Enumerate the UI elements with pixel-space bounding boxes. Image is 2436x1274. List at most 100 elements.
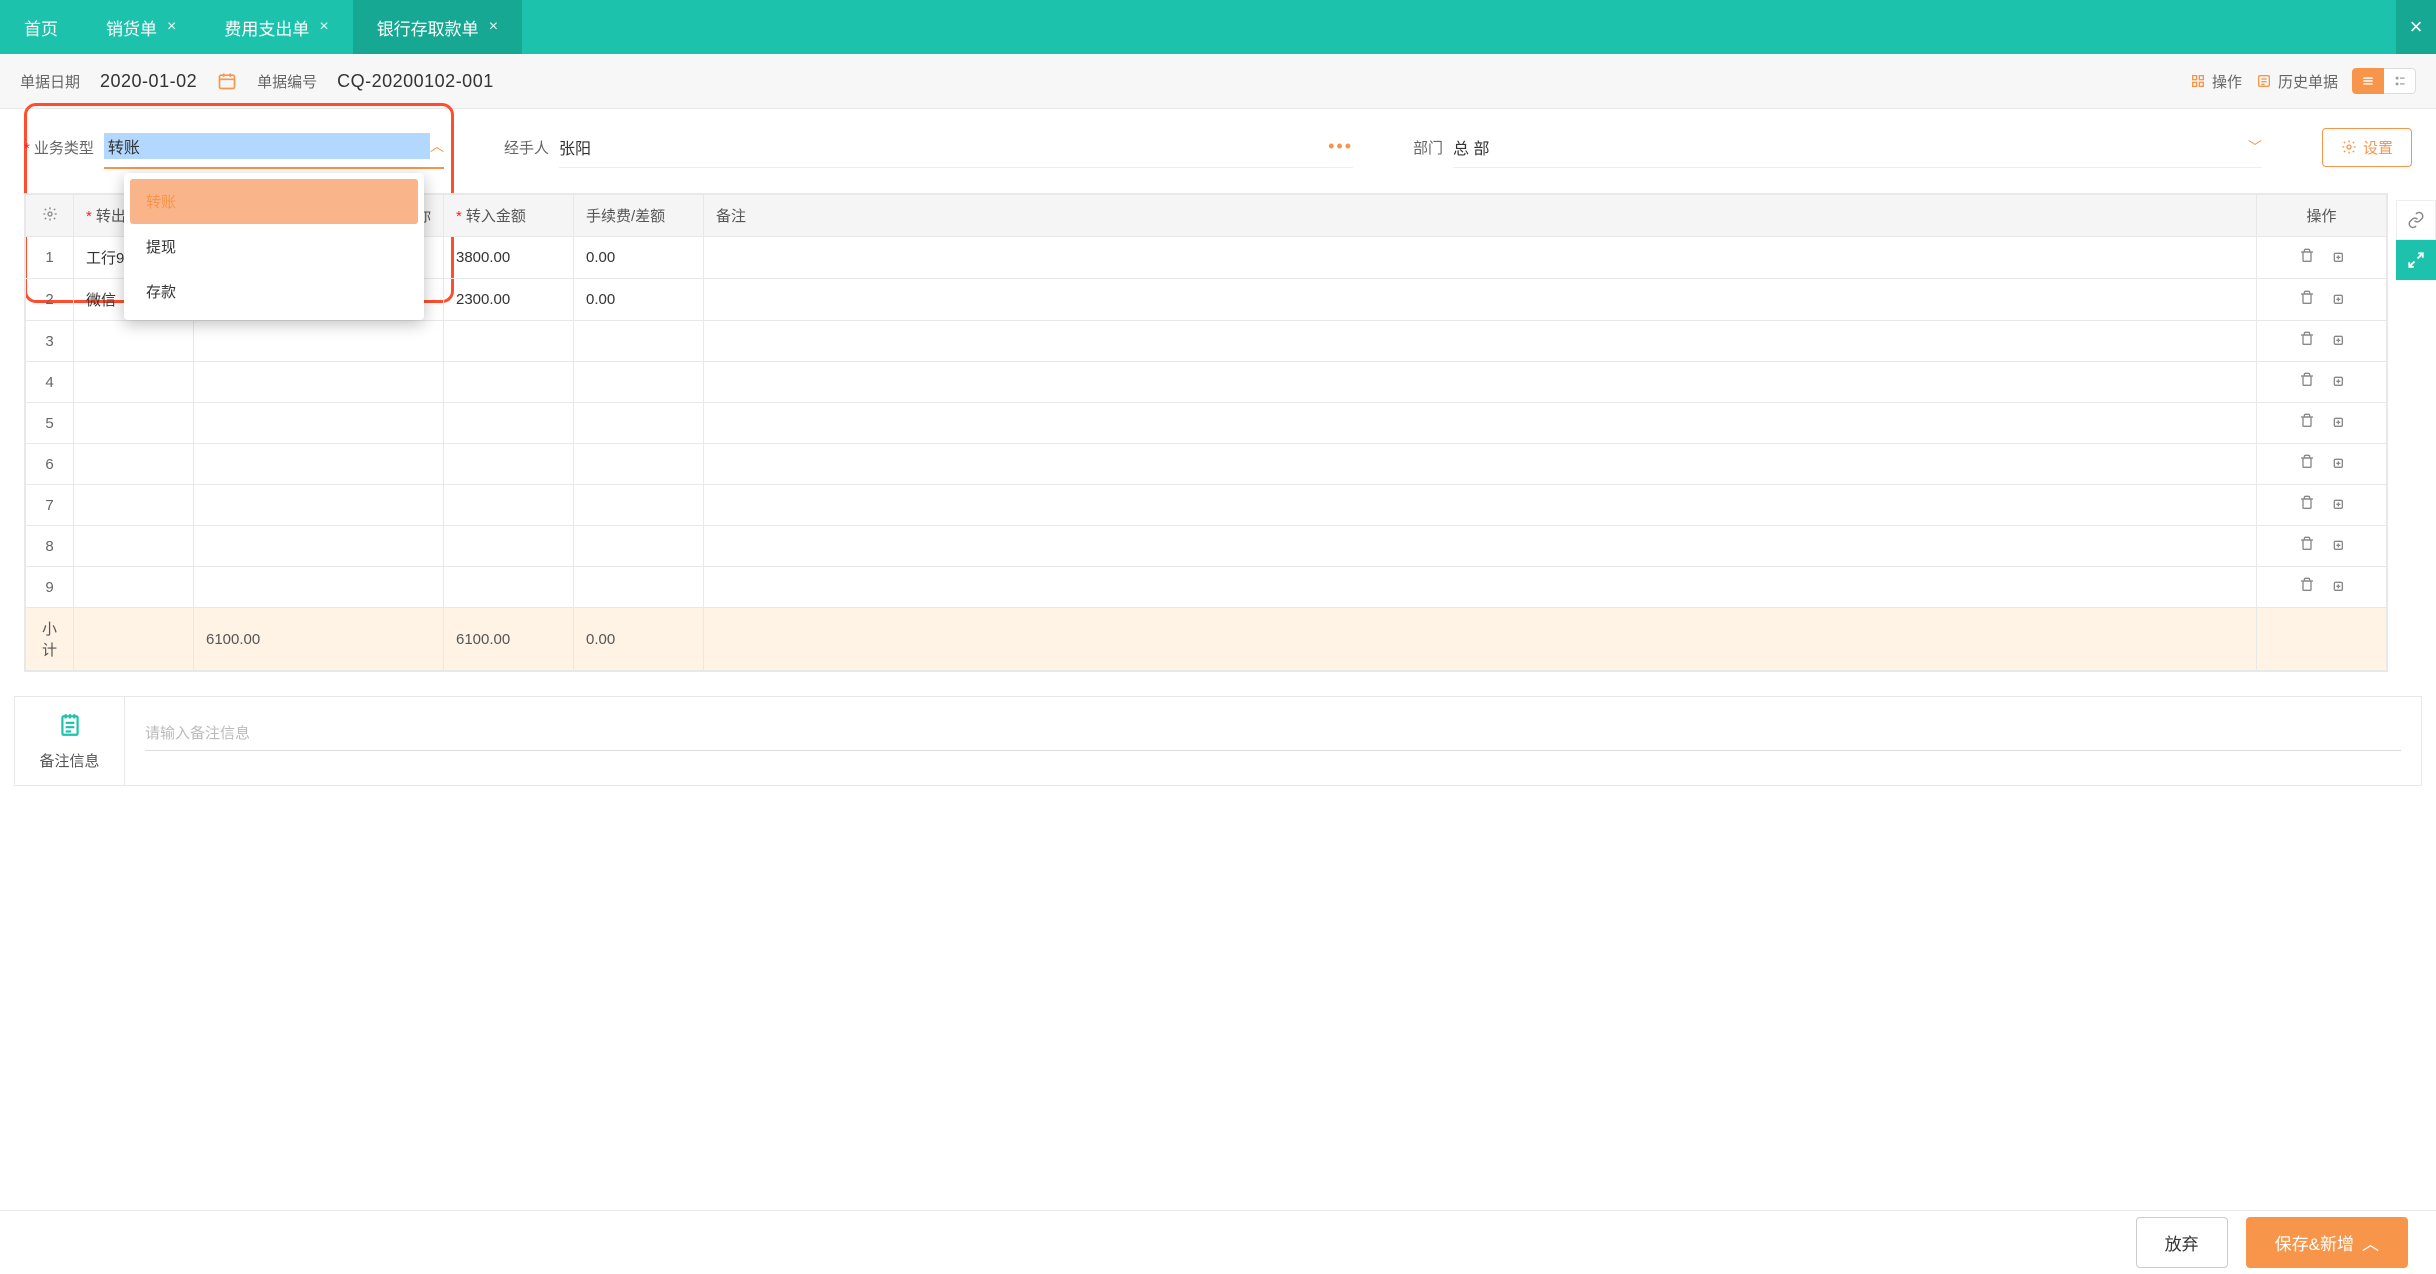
remark-input[interactable] xyxy=(145,717,2401,751)
ops-link[interactable]: 操作 xyxy=(2190,71,2242,92)
cell-fee[interactable] xyxy=(574,403,704,444)
table-row[interactable]: 4 xyxy=(26,362,2387,403)
cell-in-acct[interactable] xyxy=(194,444,444,485)
tab-home[interactable]: 首页 xyxy=(0,0,82,54)
cell-in-amt[interactable] xyxy=(444,362,574,403)
cell-in-amt[interactable] xyxy=(444,485,574,526)
tab-expense[interactable]: 费用支出单× xyxy=(200,0,352,54)
cell-out-acct[interactable] xyxy=(74,403,194,444)
dropdown-item-deposit[interactable]: 存款 xyxy=(130,269,418,314)
tab-sales[interactable]: 销货单× xyxy=(82,0,200,54)
gear-header[interactable] xyxy=(26,195,74,237)
cell-fee[interactable]: 0.00 xyxy=(574,279,704,321)
chevron-up-icon: ︿ xyxy=(2362,1230,2379,1255)
close-all-icon[interactable]: × xyxy=(2396,0,2436,54)
table-row[interactable]: 9 xyxy=(26,567,2387,608)
cell-remark[interactable] xyxy=(704,485,2257,526)
copy-icon[interactable] xyxy=(2328,372,2346,390)
cell-in-acct[interactable] xyxy=(194,526,444,567)
cell-fee[interactable] xyxy=(574,321,704,362)
close-icon[interactable]: × xyxy=(319,18,328,36)
cell-out-acct[interactable] xyxy=(74,485,194,526)
cell-in-amt[interactable] xyxy=(444,403,574,444)
handler-input[interactable]: 张阳 ••• xyxy=(559,127,1353,168)
history-link[interactable]: 历史单据 xyxy=(2256,71,2338,92)
biz-type-input[interactable]: 转账 ︿ xyxy=(104,125,444,169)
cell-fee[interactable] xyxy=(574,526,704,567)
cell-remark[interactable] xyxy=(704,321,2257,362)
cell-out-acct[interactable] xyxy=(74,444,194,485)
table-row[interactable]: 8 xyxy=(26,526,2387,567)
cell-remark[interactable] xyxy=(704,237,2257,279)
copy-icon[interactable] xyxy=(2328,495,2346,513)
cell-out-acct[interactable] xyxy=(74,567,194,608)
col-fee: 手续费/差额 xyxy=(574,195,704,237)
cell-fee[interactable] xyxy=(574,444,704,485)
save-add-button[interactable]: 保存&新增︿ xyxy=(2246,1217,2408,1268)
delete-icon[interactable] xyxy=(2298,413,2316,431)
copy-icon[interactable] xyxy=(2328,454,2346,472)
cell-in-acct[interactable] xyxy=(194,485,444,526)
copy-icon[interactable] xyxy=(2328,331,2346,349)
cell-out-acct[interactable] xyxy=(74,321,194,362)
layout-grid-button[interactable] xyxy=(2384,68,2416,94)
delete-icon[interactable] xyxy=(2298,331,2316,349)
cell-in-amt[interactable] xyxy=(444,567,574,608)
delete-icon[interactable] xyxy=(2298,248,2316,266)
layout-list-button[interactable] xyxy=(2352,68,2384,94)
cell-in-amt[interactable] xyxy=(444,321,574,362)
delete-icon[interactable] xyxy=(2298,454,2316,472)
cell-fee[interactable] xyxy=(574,485,704,526)
copy-icon[interactable] xyxy=(2328,248,2346,266)
row-num: 5 xyxy=(26,403,74,444)
more-icon[interactable]: ••• xyxy=(1328,136,1353,157)
delete-icon[interactable] xyxy=(2298,577,2316,595)
dropdown-item-transfer[interactable]: 转账 xyxy=(130,179,418,224)
info-bar: 单据日期 2020-01-02 单据编号 CQ-20200102-001 操作 … xyxy=(0,54,2436,109)
discard-button[interactable]: 放弃 xyxy=(2136,1217,2228,1268)
cell-remark[interactable] xyxy=(704,526,2257,567)
cell-remark[interactable] xyxy=(704,279,2257,321)
cell-fee[interactable] xyxy=(574,567,704,608)
cell-in-acct[interactable] xyxy=(194,403,444,444)
table-row[interactable]: 5 xyxy=(26,403,2387,444)
cell-out-acct[interactable] xyxy=(74,526,194,567)
dept-input[interactable]: 总 部 ﹀ xyxy=(1453,127,2262,168)
delete-icon[interactable] xyxy=(2298,372,2316,390)
tab-bank-transfer[interactable]: 银行存取款单× xyxy=(353,0,522,54)
cell-in-amt[interactable]: 2300.00 xyxy=(444,279,574,321)
cell-in-acct[interactable] xyxy=(194,321,444,362)
cell-remark[interactable] xyxy=(704,567,2257,608)
expand-tool-icon[interactable] xyxy=(2396,240,2436,280)
cell-in-acct[interactable] xyxy=(194,362,444,403)
delete-icon[interactable] xyxy=(2298,495,2316,513)
table-row[interactable]: 6 xyxy=(26,444,2387,485)
close-icon[interactable]: × xyxy=(167,18,176,36)
link-tool-icon[interactable] xyxy=(2396,200,2436,240)
copy-icon[interactable] xyxy=(2328,290,2346,308)
cell-in-amt[interactable]: 3800.00 xyxy=(444,237,574,279)
copy-icon[interactable] xyxy=(2328,577,2346,595)
delete-icon[interactable] xyxy=(2298,536,2316,554)
copy-icon[interactable] xyxy=(2328,536,2346,554)
cell-remark[interactable] xyxy=(704,444,2257,485)
settings-button[interactable]: 设置 xyxy=(2322,128,2412,167)
cell-remark[interactable] xyxy=(704,403,2257,444)
form-row: *业务类型 转账 ︿ 转账 提现 存款 经手人 张阳 ••• 部门 总 部 ﹀ xyxy=(24,125,2412,169)
cell-fee[interactable] xyxy=(574,362,704,403)
table-row[interactable]: 7 xyxy=(26,485,2387,526)
dept-value: 总 部 xyxy=(1453,135,2248,159)
delete-icon[interactable] xyxy=(2298,290,2316,308)
cell-fee[interactable]: 0.00 xyxy=(574,237,704,279)
cell-in-amt[interactable] xyxy=(444,526,574,567)
date-value[interactable]: 2020-01-02 xyxy=(100,71,197,92)
cell-out-acct[interactable] xyxy=(74,362,194,403)
cell-in-acct[interactable] xyxy=(194,567,444,608)
table-row[interactable]: 3 xyxy=(26,321,2387,362)
close-icon[interactable]: × xyxy=(489,18,498,36)
calendar-icon[interactable] xyxy=(217,71,237,91)
cell-in-amt[interactable] xyxy=(444,444,574,485)
dropdown-item-withdraw[interactable]: 提现 xyxy=(130,224,418,269)
cell-remark[interactable] xyxy=(704,362,2257,403)
copy-icon[interactable] xyxy=(2328,413,2346,431)
